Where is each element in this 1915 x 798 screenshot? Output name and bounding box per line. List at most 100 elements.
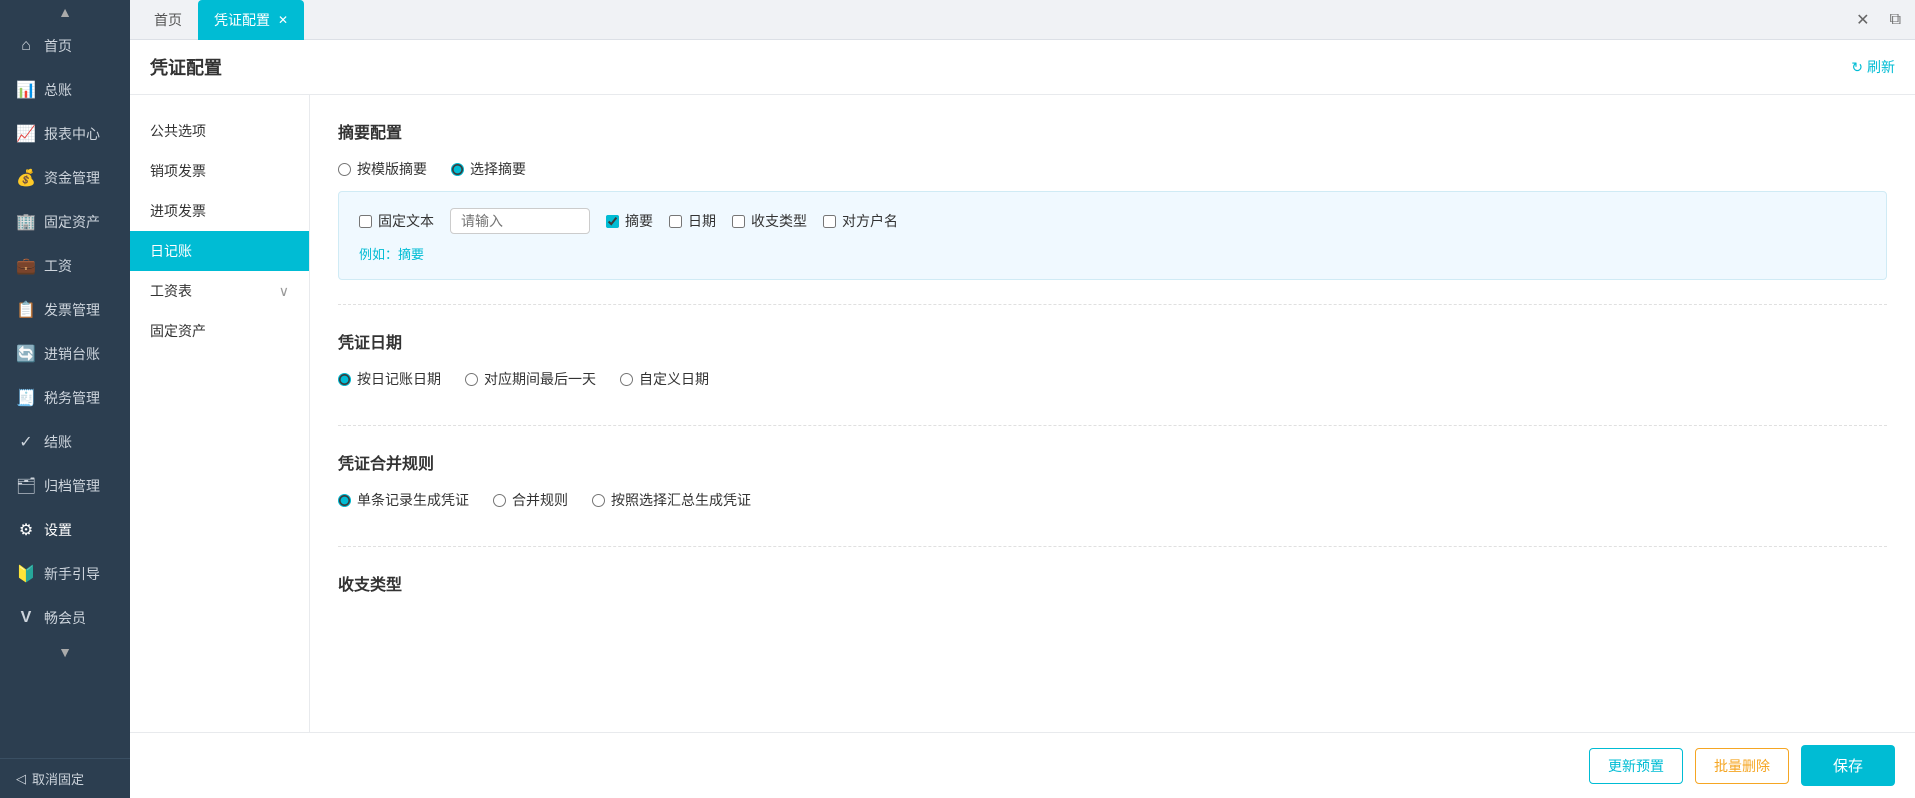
summary-template-radio[interactable] [338,163,351,176]
tab-voucher-config[interactable]: 凭证配置 ✕ [198,0,304,40]
left-nav-purchase-invoice[interactable]: 进项发票 [130,191,309,231]
date-label: 日期 [688,211,716,231]
sidebar-item-salary[interactable]: 💼 工资 [0,244,130,288]
merge-rules-title: 凭证合并规则 [338,450,1887,474]
by-journal-date-radio[interactable] [338,373,351,386]
income-type-option[interactable]: 收支类型 [732,211,807,231]
sidebar-item-label: 工资 [44,256,72,276]
tab-home[interactable]: 首页 [138,0,198,40]
last-day-radio[interactable] [465,373,478,386]
home-icon: ⌂ [16,37,36,55]
settlement-icon: ✓ [16,432,36,452]
tab-bar: 首页 凭证配置 ✕ ✕ ⧉ [130,0,1915,40]
window-restore-button[interactable]: ⧉ [1884,6,1907,34]
sidebar-item-guide[interactable]: 🔰 新手引导 [0,552,130,596]
sidebar-item-vip[interactable]: V 畅会员 [0,596,130,640]
single-record-radio[interactable] [338,494,351,507]
sidebar-item-label: 报表中心 [44,124,100,144]
sidebar-item-funds[interactable]: 💰 资金管理 [0,156,130,200]
sidebar-item-fixed-assets[interactable]: 🏢 固定资产 [0,200,130,244]
sidebar-item-label: 新手引导 [44,564,100,584]
income-type-section-title: 收支类型 [338,571,1887,595]
left-nav-journal[interactable]: 日记账 [130,231,309,271]
counterpart-option[interactable]: 对方户名 [823,211,898,231]
chevron-down-icon: ∨ [279,283,289,300]
summary-template-label: 按模版摘要 [357,159,427,179]
sidebar-item-home[interactable]: ⌂ 首页 [0,24,130,68]
summary-select-radio[interactable] [451,163,464,176]
save-button[interactable]: 保存 [1801,745,1895,786]
merge-rules-option[interactable]: 合并规则 [493,490,568,510]
vip-icon: V [16,609,36,627]
sidebar-item-label: 结账 [44,432,72,452]
sidebar-item-invoice-mgmt[interactable]: 📋 发票管理 [0,288,130,332]
income-type-checkbox[interactable] [732,215,745,228]
sidebar-item-ledger[interactable]: 📊 总账 [0,68,130,112]
select-merge-radio[interactable] [592,494,605,507]
footer-actions: 更新预置 批量删除 保存 [130,732,1915,798]
sidebar-scroll-up[interactable]: ▲ [0,0,130,24]
abstract-checkbox[interactable] [606,215,619,228]
tab-home-label: 首页 [154,10,182,30]
fixed-assets-icon: 🏢 [16,212,36,232]
date-checkbox[interactable] [669,215,682,228]
sidebar-item-settlement[interactable]: ✓ 结账 [0,420,130,464]
sidebar-item-reports[interactable]: 📈 报表中心 [0,112,130,156]
update-preset-button[interactable]: 更新预置 [1589,748,1683,784]
pin-icon: ◁ [16,771,26,787]
right-content: 摘要配置 按模版摘要 选择摘要 [310,95,1915,732]
sidebar-unpin-button[interactable]: ◁ 取消固定 [0,758,130,798]
refresh-label: 刷新 [1867,57,1895,77]
select-merge-option[interactable]: 按照选择汇总生成凭证 [592,490,751,510]
page-header: 凭证配置 ↻ 刷新 [130,40,1915,95]
last-day-option[interactable]: 对应期间最后一天 [465,369,596,389]
sidebar-scroll-down[interactable]: ▼ [0,640,130,664]
sidebar-item-label: 税务管理 [44,388,100,408]
left-nav-fixed-assets[interactable]: 固定资产 [130,311,309,351]
left-nav-label: 公共选项 [150,121,206,141]
last-day-label: 对应期间最后一天 [484,369,596,389]
sidebar-item-purchase-sales[interactable]: 🔄 进销台账 [0,332,130,376]
single-record-label: 单条记录生成凭证 [357,490,469,510]
ledger-icon: 📊 [16,80,36,100]
sidebar-item-label: 发票管理 [44,300,100,320]
voucher-date-title: 凭证日期 [338,329,1887,353]
sidebar-item-label: 畅会员 [44,608,86,628]
abstract-label: 摘要 [625,211,653,231]
purchase-sales-icon: 🔄 [16,344,36,364]
refresh-button[interactable]: ↻ 刷新 [1851,57,1895,77]
income-type-label: 收支类型 [751,211,807,231]
custom-date-option[interactable]: 自定义日期 [620,369,709,389]
voucher-date-section: 凭证日期 按日记账日期 对应期间最后一天 自定义日期 [338,329,1887,426]
tab-close-icon[interactable]: ✕ [278,13,288,27]
fixed-text-option[interactable]: 固定文本 [359,211,434,231]
window-close-button[interactable]: ✕ [1850,6,1875,34]
abstract-option[interactable]: 摘要 [606,211,653,231]
sidebar-item-label: 进销台账 [44,344,100,364]
sidebar-item-archive[interactable]: 🗂 归档管理 [0,464,130,508]
left-nav-label: 工资表 [150,281,192,301]
batch-delete-button[interactable]: 批量删除 [1695,748,1789,784]
sidebar-item-settings[interactable]: ⚙ 设置 [0,508,130,552]
merge-rules-radio[interactable] [493,494,506,507]
merge-rules-section: 凭证合并规则 单条记录生成凭证 合并规则 按照选择汇总生成凭证 [338,450,1887,547]
sidebar-item-tax[interactable]: 🧾 税务管理 [0,376,130,420]
refresh-icon: ↻ [1851,59,1863,76]
custom-date-radio[interactable] [620,373,633,386]
by-journal-date-option[interactable]: 按日记账日期 [338,369,441,389]
fixed-text-checkbox[interactable] [359,215,372,228]
merge-rules-label: 合并规则 [512,490,568,510]
left-nav-public-options[interactable]: 公共选项 [130,111,309,151]
summary-select-option[interactable]: 选择摘要 [451,159,526,179]
archive-icon: 🗂 [16,476,36,496]
date-option[interactable]: 日期 [669,211,716,231]
fixed-text-input[interactable] [450,208,590,234]
left-nav-label: 销项发票 [150,161,206,181]
left-nav-payroll[interactable]: 工资表 ∨ [130,271,309,311]
summary-template-option[interactable]: 按模版摘要 [338,159,427,179]
main-area: 首页 凭证配置 ✕ ✕ ⧉ 凭证配置 ↻ 刷新 公共选项 [130,0,1915,798]
left-nav-sales-invoice[interactable]: 销项发票 [130,151,309,191]
counterpart-checkbox[interactable] [823,215,836,228]
single-record-option[interactable]: 单条记录生成凭证 [338,490,469,510]
income-type-section: 收支类型 [338,571,1887,635]
